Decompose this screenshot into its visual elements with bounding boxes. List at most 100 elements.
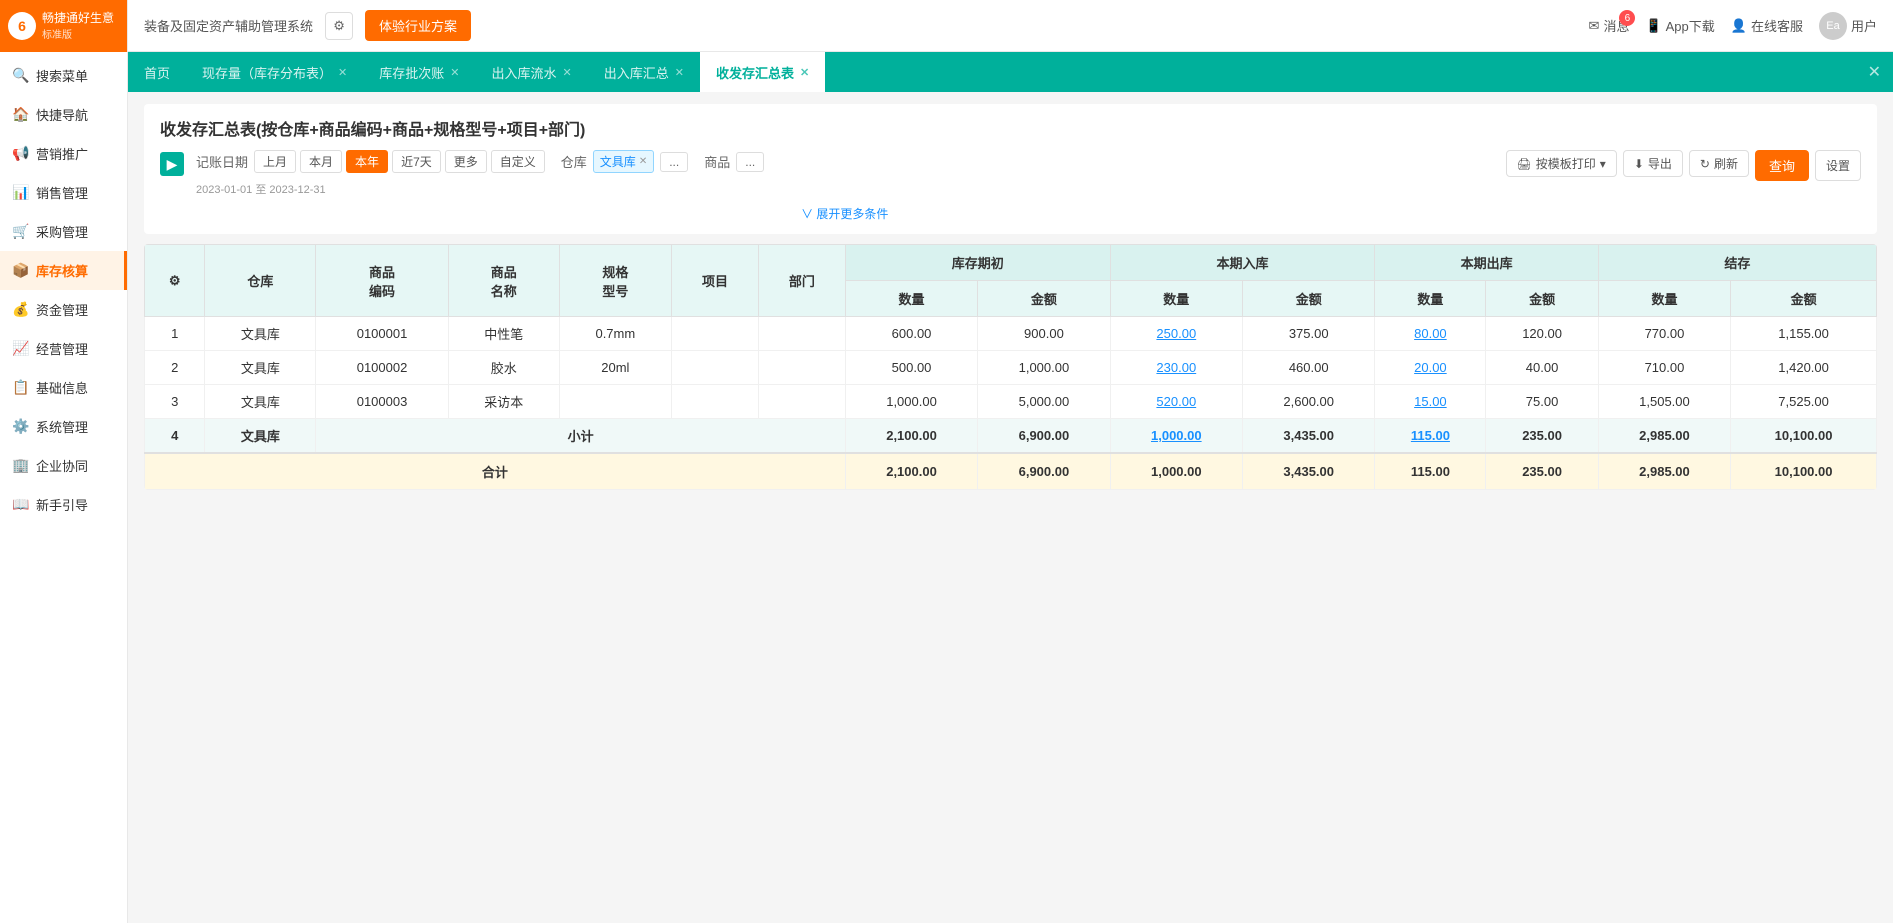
query-settings-buttons: 查询 设置 [1755,150,1861,181]
app-download-button[interactable]: 📱 App下载 [1645,16,1714,35]
topbar: 装备及固定资产辅助管理系统 ⚙ 体验行业方案 ✉ 消息 6 📱 App下载 👤 … [128,0,1893,52]
sidebar-item-enterprise[interactable]: 🏢 企业协同 [0,446,127,485]
sidebar-item-finance[interactable]: 💰 资金管理 [0,290,127,329]
row3-out-qty[interactable]: 15.00 [1375,385,1486,419]
tab-close-icon[interactable]: ✕ [563,66,572,79]
tab-close-icon[interactable]: ✕ [338,66,347,79]
refresh-button[interactable]: ↻ 刷新 [1689,150,1749,177]
warehouse-more-button[interactable]: ... [660,152,688,172]
sidebar-item-label: 系统管理 [36,417,88,436]
tab-stock-dist[interactable]: 现存量（库存分布表） ✕ [186,52,363,92]
date-btn-7days[interactable]: 近7天 [392,150,441,173]
sidebar-item-quick-nav[interactable]: 🏠 快捷导航 [0,95,127,134]
table-row: 3 文具库 0100003 采访本 1,000.00 5,000.00 520.… [145,385,1877,419]
th-settings[interactable]: ⚙ [145,245,205,317]
inventory-icon: 📦 [12,262,30,280]
tab-inout-summary[interactable]: 出入库汇总 ✕ [588,52,700,92]
total-in-qty: 1,000.00 [1110,453,1242,490]
row2-closing-qty: 710.00 [1598,351,1730,385]
table-footer: 合计 2,100.00 6,900.00 1,000.00 3,435.00 1… [145,453,1877,490]
tab-close-icon[interactable]: ✕ [675,66,684,79]
tab-close-icon[interactable]: ✕ [800,66,809,79]
tab-close-icon[interactable]: ✕ [450,66,459,79]
row1-opening-qty: 600.00 [845,317,977,351]
export-icon: ⬇ [1634,157,1644,171]
query-button[interactable]: 查询 [1755,150,1809,181]
toolbar-buttons: 🖨 按模板打印 ▾ ⬇ 导出 ↻ 刷新 [1506,150,1749,177]
row1-in-qty[interactable]: 250.00 [1110,317,1242,351]
subtotal-warehouse: 文具库 [205,419,316,454]
sidebar-item-sales[interactable]: 📊 销售管理 [0,173,127,212]
sidebar-item-label: 经营管理 [36,339,88,358]
experience-button[interactable]: 体验行业方案 [365,10,471,41]
tab-stock-dist-label: 现存量（库存分布表） [202,63,332,82]
tab-bar-close-icon[interactable]: ✕ [1856,62,1893,82]
date-btn-this-month[interactable]: 本月 [300,150,342,173]
mobile-icon: 📱 [1645,18,1661,34]
service-button[interactable]: 👤 在线客服 [1731,16,1803,35]
sidebar-nav: 🔍 搜索菜单 🏠 快捷导航 📢 营销推广 📊 销售管理 🛒 采购管理 📦 库存核… [0,52,127,923]
total-out-amt: 235.00 [1486,453,1598,490]
config-button[interactable]: ⚙ [325,12,353,40]
warehouse-tag[interactable]: 文具库 ✕ [593,150,654,173]
message-button[interactable]: ✉ 消息 6 [1589,16,1630,35]
goods-more-button[interactable]: ... [736,152,764,172]
system-name: 装备及固定资产辅助管理系统 [144,16,313,35]
row3-in-qty[interactable]: 520.00 [1110,385,1242,419]
warehouse-filter-label: 仓库 [561,152,587,171]
sidebar-item-purchase[interactable]: 🛒 采购管理 [0,212,127,251]
date-btn-custom[interactable]: 自定义 [491,150,545,173]
sidebar-item-search[interactable]: 🔍 搜索菜单 [0,56,127,95]
export-button[interactable]: ⬇ 导出 [1623,150,1683,177]
export-label: 导出 [1648,155,1672,172]
user-menu[interactable]: Ea 用户 [1819,12,1877,40]
tab-inout-flow[interactable]: 出入库流水 ✕ [475,52,587,92]
table-header: ⚙ 仓库 商品编码 商品名称 规格型号 项目 部门 库存期初 本期入库 本期出库… [145,245,1877,317]
settings-button[interactable]: 设置 [1815,150,1861,181]
row2-no: 2 [145,351,205,385]
message-icon: ✉ [1589,18,1600,34]
table-row: 1 文具库 0100001 中性笔 0.7mm 600.00 900.00 25… [145,317,1877,351]
sidebar-item-guide[interactable]: 📖 新手引导 [0,485,127,524]
subtotal-out-amt: 235.00 [1486,419,1598,454]
row3-closing-qty: 1,505.00 [1598,385,1730,419]
date-filter-section: 记账日期 上月 本月 本年 近7天 更多 自定义 [196,150,545,173]
th-project: 项目 [671,245,758,317]
sidebar-item-system[interactable]: ⚙️ 系统管理 [0,407,127,446]
finance-icon: 💰 [12,301,30,319]
subtotal-in-qty[interactable]: 1,000.00 [1110,419,1242,454]
sidebar-item-inventory[interactable]: 📦 库存核算 [0,251,127,290]
tab-home-label: 首页 [144,63,170,82]
sales-icon: 📊 [12,184,30,202]
th-closing-group: 结存 [1598,245,1876,281]
expand-conditions-button[interactable]: ∨ 展开更多条件 [801,205,888,222]
warehouse-tag-close-icon[interactable]: ✕ [639,156,647,167]
date-btn-more[interactable]: 更多 [445,150,487,173]
sidebar-item-operation[interactable]: 📈 经营管理 [0,329,127,368]
sidebar-item-label: 采购管理 [36,222,88,241]
row1-in-amt: 375.00 [1243,317,1375,351]
sidebar-item-basic-info[interactable]: 📋 基础信息 [0,368,127,407]
logo-text: 畅捷通好生意 标准版 [42,11,114,42]
date-btn-this-year[interactable]: 本年 [346,150,388,173]
tab-batch[interactable]: 库存批次账 ✕ [363,52,475,92]
row2-out-qty[interactable]: 20.00 [1375,351,1486,385]
tab-inout-summary-label: 出入库汇总 [604,63,669,82]
th-in-group: 本期入库 [1110,245,1375,281]
tab-rec-send-summary[interactable]: 收发存汇总表 ✕ [700,52,825,92]
tab-home[interactable]: 首页 [128,52,186,92]
filter-toggle-button[interactable]: ▶ [160,152,184,176]
sidebar-item-marketing[interactable]: 📢 营销推广 [0,134,127,173]
row2-opening-qty: 500.00 [845,351,977,385]
th-in-qty: 数量 [1110,281,1242,317]
row2-in-qty[interactable]: 230.00 [1110,351,1242,385]
total-opening-qty: 2,100.00 [845,453,977,490]
row1-out-qty[interactable]: 80.00 [1375,317,1486,351]
gear-icon: ⚙ [333,18,345,34]
page-actions: 🖨 按模板打印 ▾ ⬇ 导出 ↻ 刷新 [1506,150,1861,183]
data-table-container: ⚙ 仓库 商品编码 商品名称 规格型号 项目 部门 库存期初 本期入库 本期出库… [144,244,1877,490]
filter-row1: 记账日期 上月 本月 本年 近7天 更多 自定义 仓库 [196,150,1494,173]
print-button[interactable]: 🖨 按模板打印 ▾ [1506,150,1617,177]
date-btn-prev-month[interactable]: 上月 [254,150,296,173]
subtotal-out-qty[interactable]: 115.00 [1375,419,1486,454]
